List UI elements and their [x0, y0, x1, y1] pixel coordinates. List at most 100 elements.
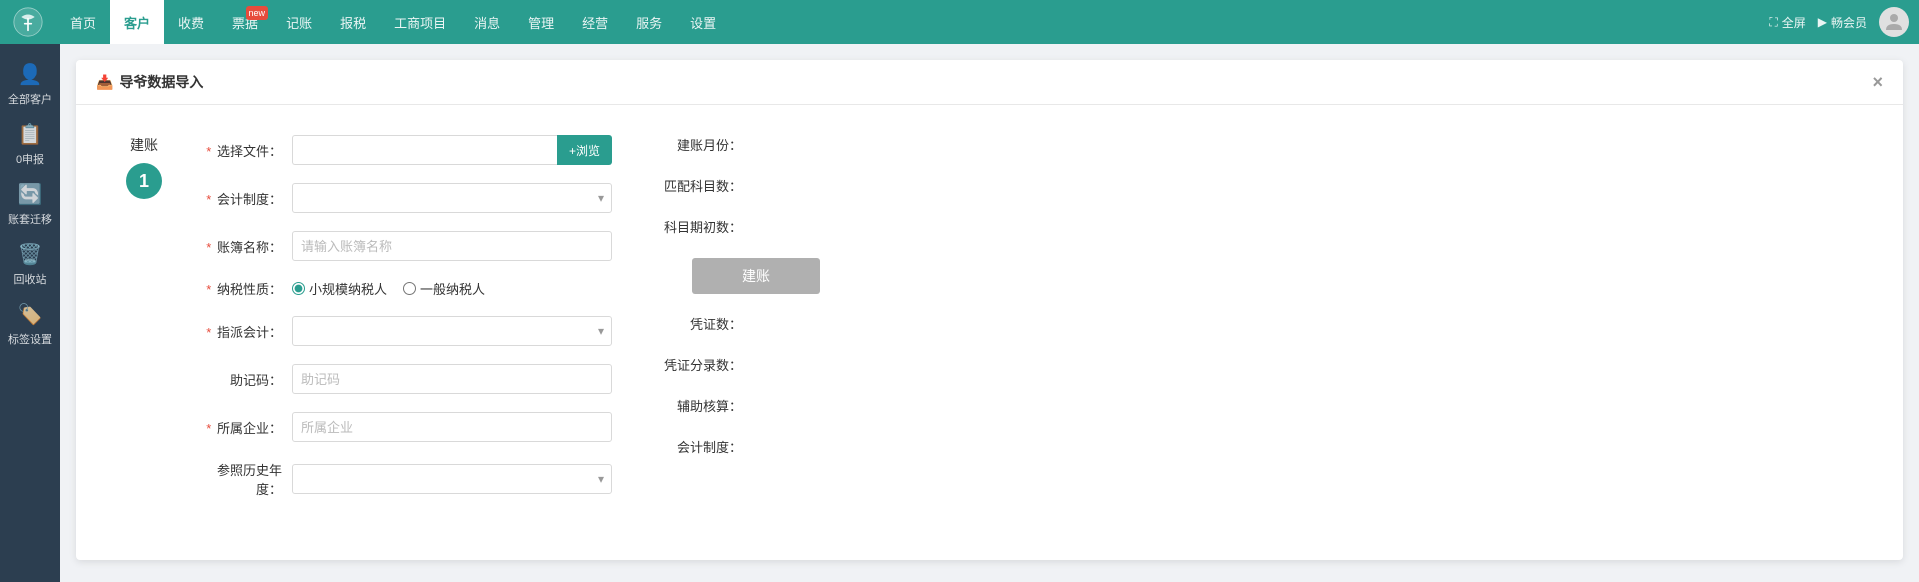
required-star-3: *	[206, 240, 211, 255]
sidebar-item-all-customers[interactable]: 👤 全部客户	[0, 54, 60, 114]
fullscreen-icon: ⛶	[1769, 15, 1777, 30]
build-account-button[interactable]: 建账	[692, 258, 820, 294]
sidebar-item-account-migrate[interactable]: 🔄 账套迁移	[0, 174, 60, 234]
tax-type-radio-group: 小规模纳税人 一般纳税人	[292, 279, 612, 298]
nav-manage[interactable]: 管理	[514, 0, 568, 44]
accountant-select-wrap	[292, 316, 612, 346]
sidebar-item-tag-settings[interactable]: 🏷️ 标签设置	[0, 294, 60, 354]
sidebar-item-zero-declare[interactable]: 📋 0申报	[0, 114, 60, 174]
tag-icon: 🏷️	[18, 302, 43, 327]
company-label: * 所属企业：	[192, 418, 282, 437]
nav-message[interactable]: 消息	[460, 0, 514, 44]
required-star-2: *	[206, 192, 211, 207]
nav-bookkeeping[interactable]: 记账	[272, 0, 326, 44]
user-icon: 👤	[18, 62, 43, 87]
required-star-6: *	[206, 421, 211, 436]
trash-icon: 🗑️	[18, 242, 43, 267]
nav-items: 首页 客户 收费 票据 new 记账 报税 工商项目 消息 管理 经营 服务 设…	[56, 0, 1769, 44]
nav-customer[interactable]: 客户	[110, 0, 164, 44]
migrate-icon: 🔄	[18, 182, 43, 207]
nav-fee[interactable]: 收费	[164, 0, 218, 44]
step-label: 建账	[130, 135, 158, 155]
info-accounting-system-row: 会计制度：	[652, 437, 992, 456]
vip-btn[interactable]: ▶ 畅会员	[1818, 14, 1867, 31]
sidebar: 👤 全部客户 📋 0申报 🔄 账套迁移 🗑️ 回收站 🏷️ 标签设置	[0, 44, 60, 582]
accounting-system-select-wrap	[292, 183, 612, 213]
fullscreen-btn[interactable]: ⛶ 全屏	[1769, 14, 1805, 31]
voucher-row: 凭证数：	[652, 314, 992, 333]
nav-right: ⛶ 全屏 ▶ 畅会员	[1769, 7, 1909, 37]
accounting-system-select[interactable]	[292, 183, 612, 213]
voucher-entries-label: 凭证分录数：	[652, 355, 742, 374]
file-row: * 选择文件： +浏览	[192, 135, 612, 165]
required-star: *	[206, 144, 211, 159]
dialog-card: 📥 导爷数据导入 × 建账 1 * 选择文件：	[76, 60, 1903, 560]
info-accounting-system-label: 会计制度：	[652, 437, 742, 456]
nav-settings[interactable]: 设置	[676, 0, 730, 44]
main-content: 📥 导爷数据导入 × 建账 1 * 选择文件：	[60, 44, 1919, 582]
ledger-name-label: * 账簿名称：	[192, 237, 282, 256]
step-circle: 1	[126, 163, 162, 199]
dialog-header: 📥 导爷数据导入 ×	[76, 60, 1903, 105]
match-accounts-label: 匹配科目数：	[652, 176, 742, 195]
nav-invoice[interactable]: 票据 new	[218, 0, 272, 44]
file-input-group: +浏览	[292, 135, 612, 165]
match-accounts-row: 匹配科目数：	[652, 176, 992, 195]
ledger-name-row: * 账簿名称：	[192, 231, 612, 261]
top-nav: 首页 客户 收费 票据 new 记账 报税 工商项目 消息 管理 经营 服务 设…	[0, 0, 1919, 44]
nav-tax[interactable]: 报税	[326, 0, 380, 44]
dialog-title: 导爷数据导入	[119, 72, 203, 92]
new-badge: new	[246, 6, 269, 20]
nav-service[interactable]: 服务	[622, 0, 676, 44]
avatar[interactable]	[1879, 7, 1909, 37]
close-button[interactable]: ×	[1872, 73, 1883, 91]
info-panel: 建账月份： 匹配科目数： 科目期初数： 建账 凭证数：	[612, 135, 992, 516]
build-month-label: 建账月份：	[652, 135, 742, 154]
radio-small-input[interactable]	[292, 282, 305, 295]
import-icon: 📥	[96, 74, 113, 91]
ledger-name-input[interactable]	[292, 231, 612, 261]
report-icon: 📋	[18, 122, 43, 147]
tax-type-label: * 纳税性质：	[192, 279, 282, 298]
company-row: * 所属企业：	[192, 412, 612, 442]
browse-button[interactable]: +浏览	[557, 135, 612, 165]
radio-small-taxpayer[interactable]: 小规模纳税人	[292, 279, 387, 298]
tax-type-row: * 纳税性质： 小规模纳税人 一般纳税人	[192, 279, 612, 298]
memo-input[interactable]	[292, 364, 612, 394]
file-label: * 选择文件：	[192, 141, 282, 160]
history-year-select[interactable]	[292, 464, 612, 494]
vip-icon: ▶	[1818, 15, 1827, 29]
sidebar-item-recycle[interactable]: 🗑️ 回收站	[0, 234, 60, 294]
accountant-row: * 指派会计：	[192, 316, 612, 346]
logo	[10, 4, 46, 40]
file-input[interactable]	[292, 135, 557, 165]
accounts-initial-label: 科目期初数：	[652, 217, 742, 236]
history-year-label: 参照历史年度：	[192, 460, 282, 498]
accountant-select[interactable]	[292, 316, 612, 346]
nav-operation[interactable]: 经营	[568, 0, 622, 44]
required-star-5: *	[206, 325, 211, 340]
aux-accounting-row: 辅助核算：	[652, 396, 992, 415]
history-year-select-wrap	[292, 464, 612, 494]
accounting-system-row: * 会计制度：	[192, 183, 612, 213]
voucher-label: 凭证数：	[652, 314, 742, 333]
voucher-entries-row: 凭证分录数：	[652, 355, 992, 374]
memo-row: 助记码：	[192, 364, 612, 394]
build-btn-container: 建账	[652, 258, 992, 294]
radio-general-taxpayer[interactable]: 一般纳税人	[403, 279, 485, 298]
step-panel: 建账 1	[96, 135, 192, 516]
dialog-header-left: 📥 导爷数据导入	[96, 72, 203, 92]
build-month-row: 建账月份：	[652, 135, 992, 154]
nav-business[interactable]: 工商项目	[380, 0, 460, 44]
required-star-4: *	[206, 282, 211, 297]
accounts-initial-row: 科目期初数：	[652, 217, 992, 236]
accounting-system-label: * 会计制度：	[192, 189, 282, 208]
company-input[interactable]	[292, 412, 612, 442]
radio-general-input[interactable]	[403, 282, 416, 295]
accountant-label: * 指派会计：	[192, 322, 282, 341]
nav-home[interactable]: 首页	[56, 0, 110, 44]
dialog-body: 建账 1 * 选择文件： +浏览	[76, 105, 1903, 546]
form-panel: * 选择文件： +浏览 * 会计制度：	[192, 135, 612, 516]
history-year-row: 参照历史年度：	[192, 460, 612, 498]
aux-accounting-label: 辅助核算：	[652, 396, 742, 415]
